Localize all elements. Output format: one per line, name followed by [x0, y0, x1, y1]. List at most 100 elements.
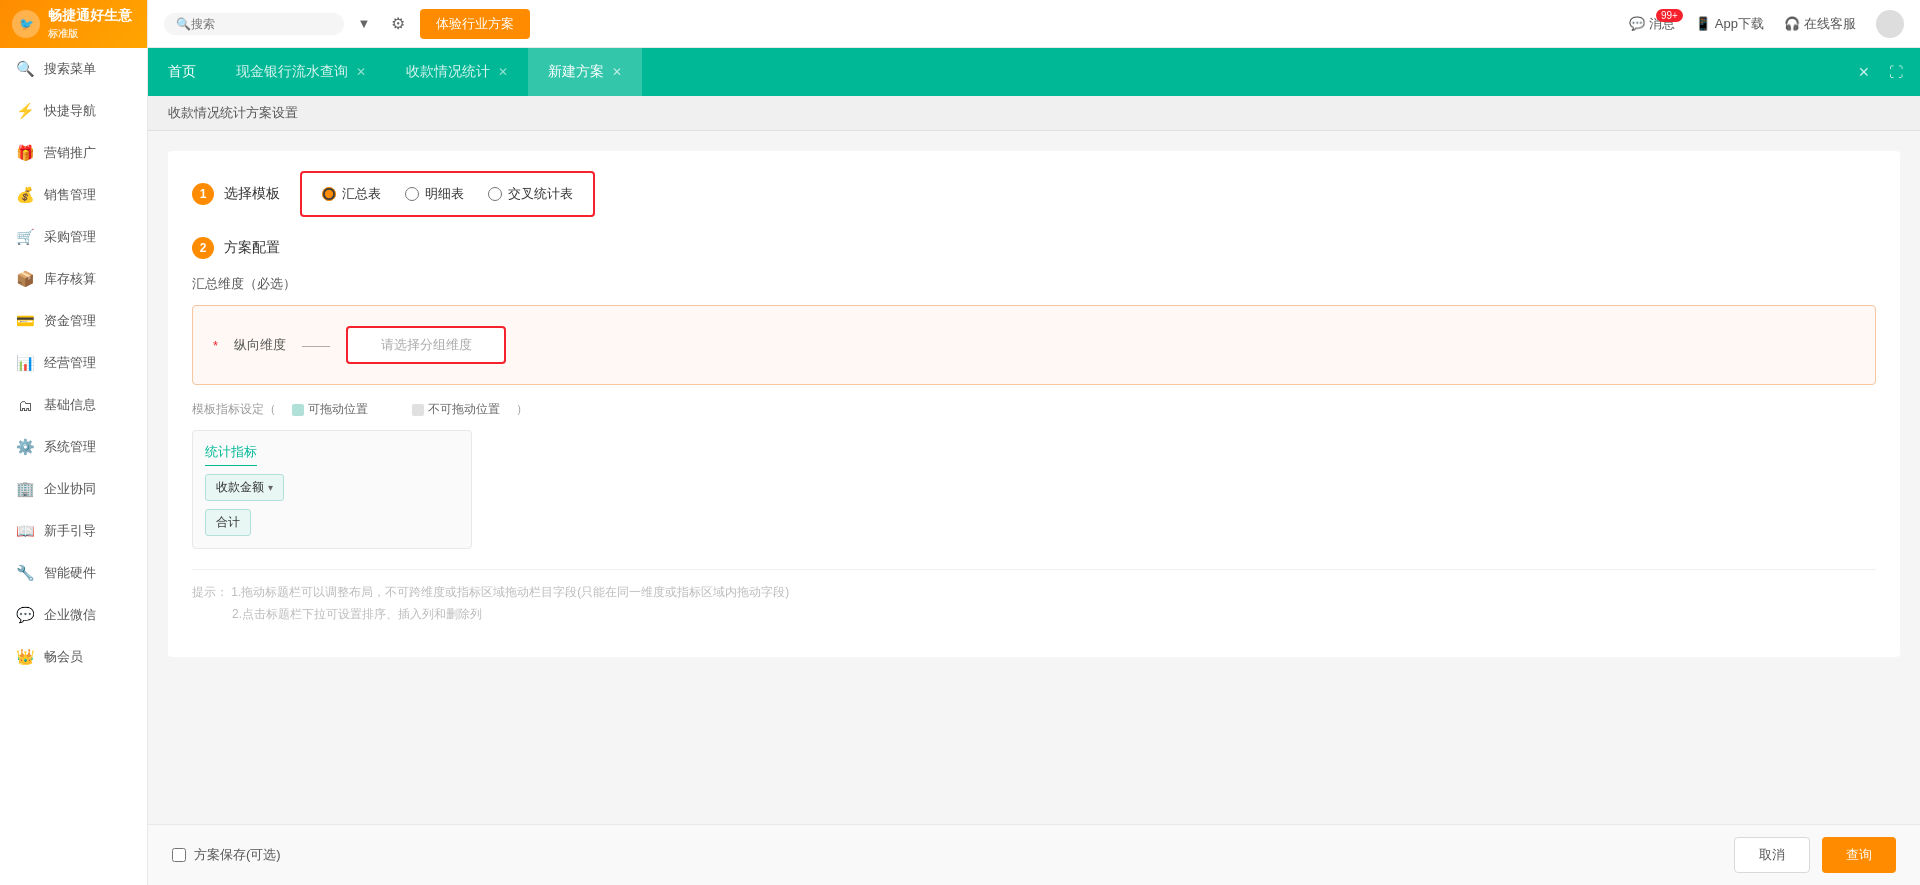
metric-amount-label: 收款金额 — [216, 479, 264, 496]
sidebar-label-sales: 销售管理 — [44, 186, 96, 204]
metric-subtag-row: 合计 — [205, 505, 459, 536]
sidebar-label-marketing: 营销推广 — [44, 144, 96, 162]
cancel-button[interactable]: 取消 — [1734, 837, 1810, 873]
settings-icon[interactable]: ⚙ — [384, 10, 412, 38]
sidebar-item-wechat[interactable]: 💬 企业微信 — [0, 594, 147, 636]
tab-collection-stats-close[interactable]: ✕ — [498, 65, 508, 79]
dimension-section-title: 汇总维度（必选） — [192, 275, 1876, 293]
tab-collection-stats[interactable]: 收款情况统计 ✕ — [386, 48, 528, 96]
message-btn[interactable]: 💬 消息 99+ — [1629, 15, 1675, 33]
search-bar[interactable]: 🔍 — [164, 13, 344, 35]
system-icon: ⚙️ — [16, 438, 34, 456]
metrics-section-title: 统计指标 — [205, 443, 257, 466]
template-selection-box: 汇总表 明细表 交叉统计表 — [300, 171, 595, 217]
sidebar-item-base-info[interactable]: 🗂 基础信息 — [0, 384, 147, 426]
sidebar-item-operations[interactable]: 📊 经营管理 — [0, 342, 147, 384]
tab-new-plan-label: 新建方案 — [548, 63, 604, 81]
metric-dropdown-icon[interactable]: ▾ — [268, 482, 273, 493]
sidebar-item-sales[interactable]: 💰 销售管理 — [0, 174, 147, 216]
metrics-section: 模板指标设定（ 可拖动位置 不可拖动位置 ） — [192, 401, 1876, 549]
tabs-close-btn[interactable]: ✕ — [1852, 60, 1876, 84]
query-button[interactable]: 查询 — [1822, 837, 1896, 873]
tab-new-plan-close[interactable]: ✕ — [612, 65, 622, 79]
sidebar: 🐦 畅捷通好生意 标准版 🔍 搜索菜单 ⚡ 快捷导航 🎁 营销推广 💰 销售管理… — [0, 0, 148, 885]
radio-cross-label: 交叉统计表 — [508, 185, 573, 203]
sidebar-item-vip[interactable]: 👑 畅会员 — [0, 636, 147, 678]
tabs-bar: 首页 现金银行流水查询 ✕ 收款情况统计 ✕ 新建方案 ✕ ✕ ⛶ — [148, 48, 1920, 96]
sidebar-item-finance[interactable]: 💳 资金管理 — [0, 300, 147, 342]
metrics-container: 统计指标 收款金额 ▾ 合计 — [192, 430, 472, 549]
tips-line1: 提示： 1.拖动标题栏可以调整布局，不可跨维度或指标区域拖动栏目字段(只能在同一… — [192, 582, 1876, 604]
inventory-icon: 📦 — [16, 270, 34, 288]
industry-btn[interactable]: 体验行业方案 — [420, 9, 530, 39]
save-label: 方案保存(可选) — [194, 846, 281, 864]
draggable-indicator — [292, 404, 304, 416]
sidebar-item-search[interactable]: 🔍 搜索菜单 — [0, 48, 147, 90]
metric-tag-row: 收款金额 ▾ — [205, 474, 459, 501]
page-body: 1 选择模板 汇总表 明细表 交叉统计表 — [148, 131, 1920, 824]
footer-left: 方案保存(可选) — [172, 846, 281, 864]
step1-row: 1 选择模板 汇总表 明细表 交叉统计表 — [192, 171, 1876, 217]
footer-right: 取消 查询 — [1734, 837, 1896, 873]
tab-cash-flow[interactable]: 现金银行流水查询 ✕ — [216, 48, 386, 96]
metrics-header: 模板指标设定（ 可拖动位置 不可拖动位置 ） — [192, 401, 1876, 418]
message-icon: 💬 — [1629, 16, 1645, 31]
finance-icon: 💳 — [16, 312, 34, 330]
metric-tag-amount[interactable]: 收款金额 ▾ — [205, 474, 284, 501]
guide-icon: 📖 — [16, 522, 34, 540]
user-avatar[interactable] — [1876, 10, 1904, 38]
sidebar-item-guide[interactable]: 📖 新手引导 — [0, 510, 147, 552]
tab-new-plan[interactable]: 新建方案 ✕ — [528, 48, 642, 96]
radio-cross-input[interactable] — [488, 187, 502, 201]
sidebar-item-marketing[interactable]: 🎁 营销推广 — [0, 132, 147, 174]
metrics-setting-title: 模板指标设定（ — [192, 401, 276, 418]
tab-collection-stats-label: 收款情况统计 — [406, 63, 490, 81]
sidebar-item-inventory[interactable]: 📦 库存核算 — [0, 258, 147, 300]
sidebar-label-inventory: 库存核算 — [44, 270, 96, 288]
radio-cross[interactable]: 交叉统计表 — [488, 185, 573, 203]
radio-detail[interactable]: 明细表 — [405, 185, 464, 203]
dimension-inner: * 纵向维度 —— 请选择分组维度 — [213, 326, 1855, 364]
step2-row: 2 方案配置 — [192, 237, 1876, 259]
tab-home[interactable]: 首页 — [148, 48, 216, 96]
tabs-right-controls: ✕ ⛶ — [1852, 60, 1920, 84]
step2-circle: 2 — [192, 237, 214, 259]
sidebar-item-enterprise[interactable]: 🏢 企业协同 — [0, 468, 147, 510]
sidebar-item-purchase[interactable]: 🛒 采购管理 — [0, 216, 147, 258]
quick-nav-icon: ⚡ — [16, 102, 34, 120]
logo-icon: 🐦 — [12, 10, 40, 38]
operations-icon: 📊 — [16, 354, 34, 372]
select-dimension-btn[interactable]: 请选择分组维度 — [346, 326, 506, 364]
search-dropdown-icon[interactable]: ▼ — [352, 12, 376, 36]
main-area: 🔍 ▼ ⚙ 体验行业方案 💬 消息 99+ 📱 App下载 🎧 在线客服 — [148, 0, 1920, 885]
online-service-btn[interactable]: 🎧 在线客服 — [1784, 15, 1856, 33]
radio-summary[interactable]: 汇总表 — [322, 185, 381, 203]
radio-detail-input[interactable] — [405, 187, 419, 201]
metrics-separator — [384, 401, 396, 418]
sidebar-label-wechat: 企业微信 — [44, 606, 96, 624]
sidebar-label-smart-hw: 智能硬件 — [44, 564, 96, 582]
dimension-row: * 纵向维度 —— 请选择分组维度 — [213, 326, 1855, 364]
search-icon: 🔍 — [176, 17, 191, 31]
search-input[interactable] — [191, 17, 331, 31]
required-star: * — [213, 338, 218, 353]
step1-label: 选择模板 — [224, 185, 280, 203]
tab-cash-flow-close[interactable]: ✕ — [356, 65, 366, 79]
sales-icon: 💰 — [16, 186, 34, 204]
draggable-badge: 可拖动位置 — [292, 401, 368, 418]
sidebar-item-quick-nav[interactable]: ⚡ 快捷导航 — [0, 90, 147, 132]
radio-summary-input[interactable] — [322, 187, 336, 201]
sidebar-item-smart-hw[interactable]: 🔧 智能硬件 — [0, 552, 147, 594]
message-badge: 99+ — [1656, 9, 1683, 22]
non-draggable-indicator — [412, 404, 424, 416]
metrics-close-paren: ） — [516, 401, 528, 418]
vip-icon: 👑 — [16, 648, 34, 666]
sidebar-item-system[interactable]: ⚙️ 系统管理 — [0, 426, 147, 468]
app-download-label: App下载 — [1715, 15, 1764, 33]
save-checkbox[interactable] — [172, 848, 186, 862]
tabs-expand-btn[interactable]: ⛶ — [1884, 60, 1908, 84]
page-breadcrumb: 收款情况统计方案设置 — [148, 96, 1920, 131]
breadcrumb-text: 收款情况统计方案设置 — [168, 105, 298, 120]
app-download-btn[interactable]: 📱 App下载 — [1695, 15, 1764, 33]
smart-hw-icon: 🔧 — [16, 564, 34, 582]
